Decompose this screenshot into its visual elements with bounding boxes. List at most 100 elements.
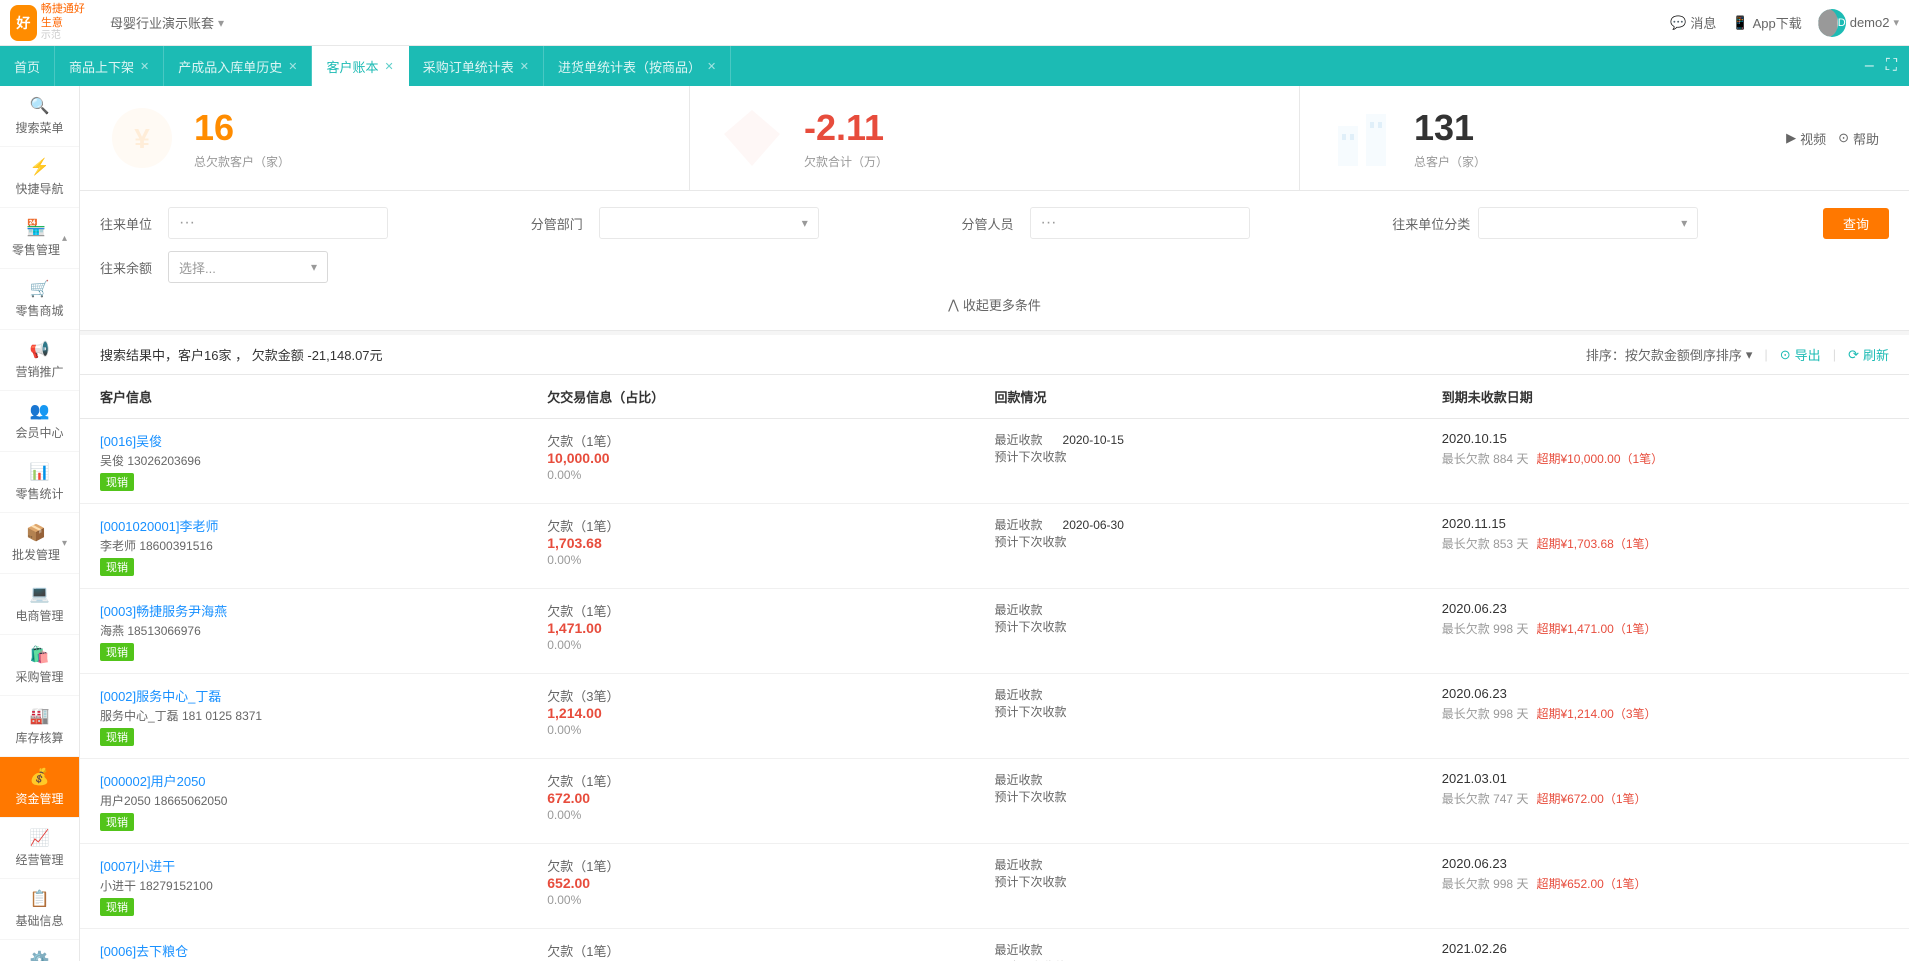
- balance-select[interactable]: 选择... ▾: [168, 251, 328, 283]
- filter-row-1: 往来单位 ··· 分管部门 ▾ 分管人员: [100, 207, 1889, 239]
- unit-category-select[interactable]: ▾: [1478, 207, 1698, 239]
- tab-purchase-stats[interactable]: 进货单统计表（按商品） ✕: [544, 46, 731, 86]
- stat-info-amount: -2.11 欠款合计（万）: [804, 107, 888, 170]
- business-icon: 📈: [30, 828, 50, 848]
- overdue-link-3[interactable]: 超期¥1,214.00（3笔）: [1536, 705, 1656, 722]
- sidebar-item-ecommerce[interactable]: 💻 电商管理: [0, 574, 79, 635]
- sidebar-item-business[interactable]: 📈 经营管理: [0, 818, 79, 879]
- ecommerce-icon: 💻: [30, 584, 50, 604]
- overdue-link-4[interactable]: 超期¥672.00（1笔）: [1536, 790, 1646, 807]
- stats-row: ¥ 16 总欠款客户（家）: [80, 86, 1909, 191]
- main-content: ¥ 16 总欠款客户（家）: [80, 86, 1909, 961]
- help-btn[interactable]: ⊙ 帮助: [1838, 129, 1879, 148]
- dept-select[interactable]: ▾: [599, 207, 819, 239]
- tab-close-customer-account[interactable]: ✕: [385, 60, 394, 73]
- tab-close-purchase-stats[interactable]: ✕: [707, 60, 716, 73]
- sidebar-item-retail-stats[interactable]: 📊 零售统计: [0, 452, 79, 513]
- avatar-img: [1818, 9, 1838, 37]
- tab-close-product-shelf[interactable]: ✕: [140, 60, 149, 73]
- refresh-btn[interactable]: ⟳ 刷新: [1848, 345, 1889, 364]
- person-input[interactable]: ···: [1030, 207, 1250, 239]
- overdue-link-5[interactable]: 超期¥652.00（1笔）: [1536, 875, 1646, 892]
- source-unit-input[interactable]: ···: [168, 207, 388, 239]
- sidebar-item-marketing[interactable]: 📢 营销推广: [0, 330, 79, 391]
- debt-count-2: 欠款（1笔）: [547, 601, 994, 620]
- message-btn[interactable]: 💬 消息: [1670, 13, 1716, 32]
- customer-name-0[interactable]: [0016]吴俊: [100, 431, 547, 450]
- stat-actions: ▶ 视频 ⊙ 帮助: [1786, 129, 1879, 148]
- filter-dept: 分管部门 ▾: [531, 207, 946, 239]
- dept-label: 分管部门: [531, 214, 591, 233]
- content-area: 🔍 搜索菜单 ⚡ 快捷导航 🏪 零售管理 ▴ 🛒 零售商城 📢 营销推广: [0, 86, 1909, 961]
- table-row: [000002]用户2050 用户2050 18665062050 现销 欠款（…: [80, 759, 1909, 844]
- debt-count-0: 欠款（1笔）: [547, 431, 994, 450]
- top-bar: 好 畅捷通好生意 示范 母婴行业演示账套 ▾ 💬 消息 📱 App下载 D: [0, 0, 1909, 46]
- stat-overdue-customers: ¥ 16 总欠款客户（家）: [80, 86, 690, 190]
- debt-count-1: 欠款（1笔）: [547, 516, 994, 535]
- sidebar-item-retail-store[interactable]: 🛒 零售商城: [0, 269, 79, 330]
- sidebar-item-inventory[interactable]: 🏭 库存核算: [0, 696, 79, 757]
- customer-phone-0: 吴俊 13026203696: [100, 452, 547, 469]
- app-download-btn[interactable]: 📱 App下载: [1732, 13, 1801, 32]
- customer-name-6[interactable]: [0006]去下粮仓: [100, 941, 547, 960]
- customer-info-1: [0001020001]李老师 李老师 18600391516 现销: [100, 516, 547, 576]
- debt-amount-4: 672.00: [547, 790, 994, 806]
- store-selector-area[interactable]: 母婴行业演示账套 ▾: [90, 13, 1670, 32]
- balance-arrow: ▾: [311, 260, 317, 274]
- divider-2: |: [1833, 347, 1836, 362]
- overdue-link-1[interactable]: 超期¥1,703.68（1笔）: [1536, 535, 1656, 552]
- search-btn[interactable]: 查询: [1823, 208, 1889, 239]
- sidebar-item-system[interactable]: ⚙️ 系统管理: [0, 940, 79, 961]
- stat-icon-diamond: [720, 106, 784, 170]
- sidebar-item-retail-mgmt[interactable]: 🏪 零售管理 ▴: [0, 208, 79, 269]
- filter-balance: 往来余额 选择... ▾: [100, 251, 1889, 283]
- table-row: [0003]畅捷服务尹海燕 海燕 18513066976 现销 欠款（1笔） 1…: [80, 589, 1909, 674]
- help-icon: ⊙: [1838, 130, 1849, 146]
- overdue-link-2[interactable]: 超期¥1,471.00（1笔）: [1536, 620, 1656, 637]
- store-dropdown-icon[interactable]: ▾: [218, 16, 224, 30]
- retail-mgmt-arrow: ▴: [62, 233, 67, 244]
- tab-purchase-order[interactable]: 采购订单统计表 ✕: [409, 46, 544, 86]
- tab-bar: 首页 商品上下架 ✕ 产成品入库单历史 ✕ 客户账本 ✕ 采购订单统计表 ✕ 进…: [0, 46, 1909, 86]
- debt-ratio-0: 0.00%: [547, 468, 994, 482]
- tab-maximize-btn[interactable]: ⛶: [1882, 53, 1901, 79]
- sidebar-item-purchase[interactable]: 🛍️ 采购管理: [0, 635, 79, 696]
- collapse-btn[interactable]: ⋀ 收起更多条件: [100, 295, 1889, 314]
- stat-icon-yuan: ¥: [110, 106, 174, 170]
- sidebar-item-batch-mgmt[interactable]: 📦 批发管理 ▾: [0, 513, 79, 574]
- customer-name-2[interactable]: [0003]畅捷服务尹海燕: [100, 601, 547, 620]
- tab-minimize-btn[interactable]: –: [1861, 53, 1878, 79]
- customer-info-0: [0016]吴俊 吴俊 13026203696 现销: [100, 431, 547, 491]
- customer-info-3: [0002]服务中心_丁磊 服务中心_丁磊 181 0125 8371 现销: [100, 686, 547, 746]
- tab-close-purchase-order[interactable]: ✕: [520, 60, 529, 73]
- customer-name-3[interactable]: [0002]服务中心_丁磊: [100, 686, 547, 705]
- tab-product-shelf[interactable]: 商品上下架 ✕: [55, 46, 164, 86]
- sidebar-item-search[interactable]: 🔍 搜索菜单: [0, 86, 79, 147]
- debt-amount-0: 10,000.00: [547, 450, 994, 466]
- tab-home[interactable]: 首页: [0, 46, 55, 86]
- customer-name-4[interactable]: [000002]用户2050: [100, 771, 547, 790]
- debt-info-0: 欠款（1笔） 10,000.00 0.00%: [547, 431, 994, 482]
- tab-customer-account[interactable]: 客户账本 ✕: [312, 46, 408, 86]
- sidebar-item-finance[interactable]: 💰 资金管理: [0, 757, 79, 818]
- retail-store-icon: 🛒: [30, 279, 50, 299]
- debt-info-5: 欠款（1笔） 652.00 0.00%: [547, 856, 994, 907]
- sort-selector[interactable]: 排序：按欠款金额倒序排序 ▾: [1586, 345, 1753, 364]
- tab-product-history[interactable]: 产成品入库单历史 ✕: [164, 46, 312, 86]
- video-btn[interactable]: ▶ 视频: [1786, 129, 1826, 148]
- overdue-link-0[interactable]: 超期¥10,000.00（1笔）: [1536, 450, 1663, 467]
- sidebar-item-basic-info[interactable]: 📋 基础信息: [0, 879, 79, 940]
- export-btn[interactable]: ⊙ 导出: [1780, 345, 1821, 364]
- due-info-3: 2020.06.23 最长欠款 998 天 超期¥1,214.00（3笔）: [1442, 686, 1889, 722]
- user-profile-btn[interactable]: D demo2 ▾: [1818, 9, 1899, 37]
- customer-name-5[interactable]: [0007]小进干: [100, 856, 547, 875]
- sidebar-item-quick-nav[interactable]: ⚡ 快捷导航: [0, 147, 79, 208]
- phone-icon: 📱: [1732, 15, 1748, 31]
- debt-info-4: 欠款（1笔） 672.00 0.00%: [547, 771, 994, 822]
- customer-name-1[interactable]: [0001020001]李老师: [100, 516, 547, 535]
- table-row: [0002]服务中心_丁磊 服务中心_丁磊 181 0125 8371 现销 欠…: [80, 674, 1909, 759]
- retail-mgmt-icon: 🏪: [26, 218, 46, 238]
- sidebar-item-member[interactable]: 👥 会员中心: [0, 391, 79, 452]
- tab-close-product-history[interactable]: ✕: [288, 60, 297, 73]
- customer-tag-1: 现销: [100, 558, 134, 576]
